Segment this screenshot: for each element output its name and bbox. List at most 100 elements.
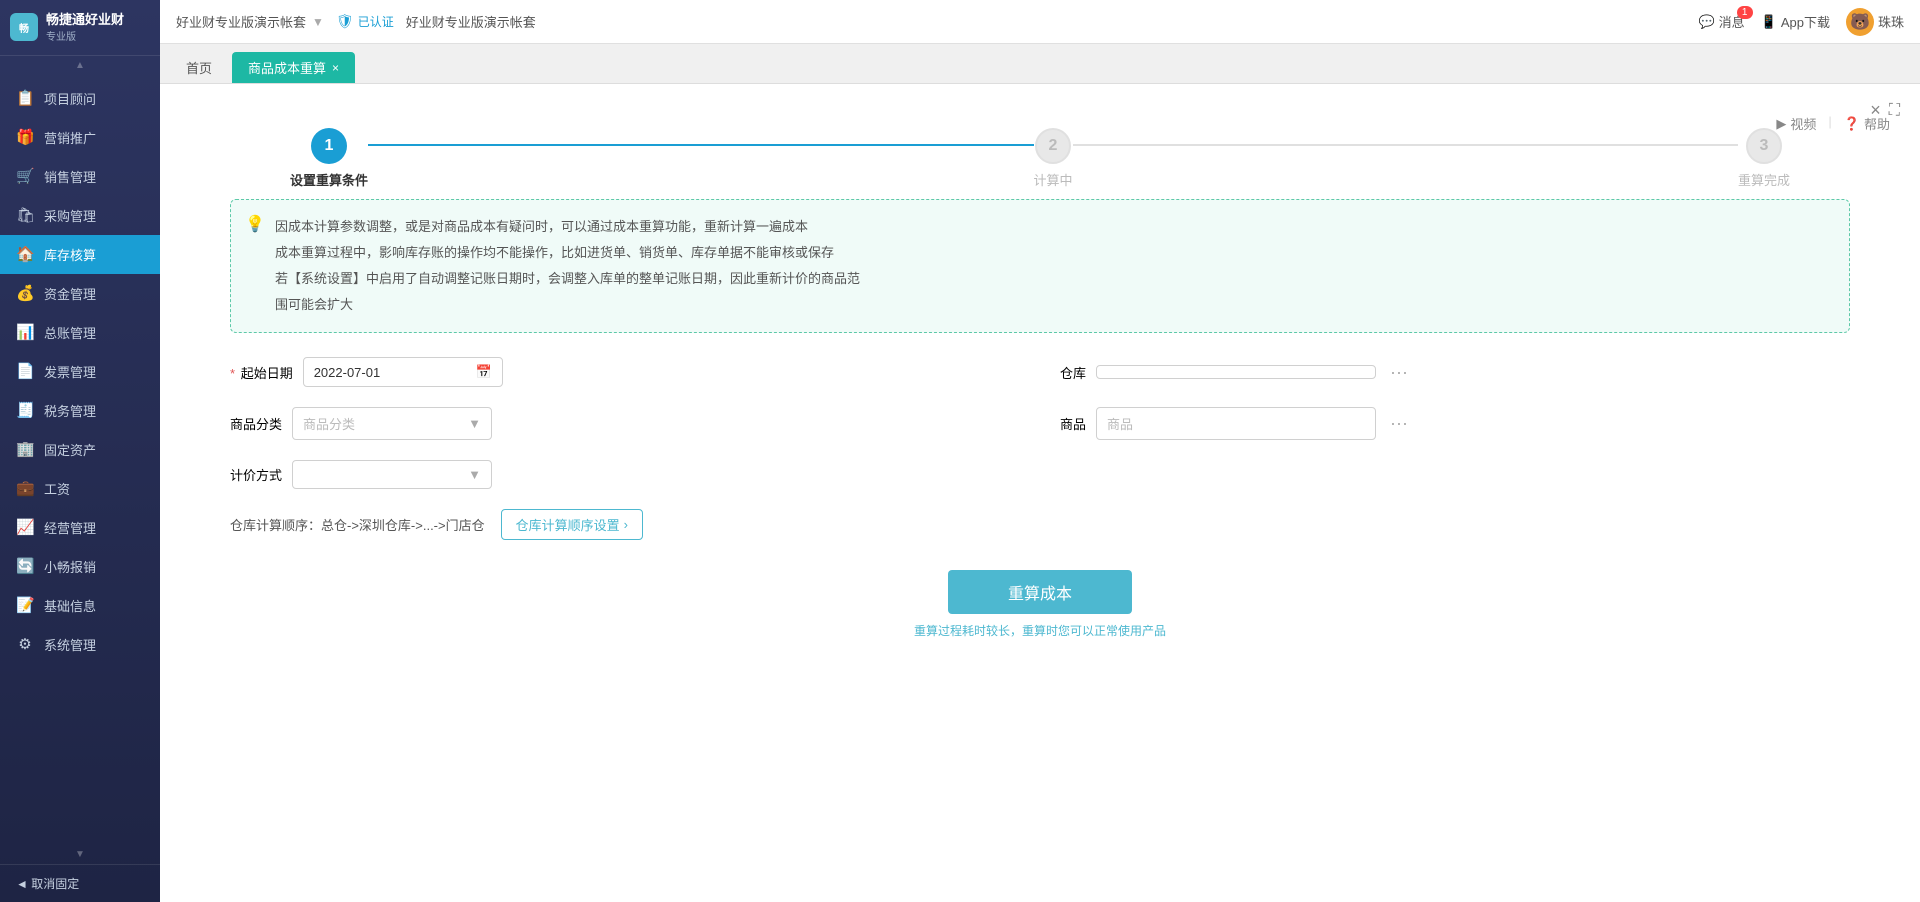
system-icon: ⚙ — [16, 635, 34, 653]
start-date-input[interactable]: 2022-07-01 📅 — [303, 357, 503, 387]
steps-container: 1 设置重算条件 2 计算中 3 重算完成 — [190, 104, 1890, 199]
notice-icon: 💡 — [245, 214, 265, 234]
warehouse-group: 仓库 ··· — [1060, 362, 1850, 383]
connector-1-2 — [368, 144, 1033, 146]
warehouse-order-btn-label: 仓库计算顺序设置 — [516, 515, 620, 534]
sidebar-item-label: 项目顾问 — [44, 89, 96, 108]
sidebar-item-marketing[interactable]: 🎁 营销推广 — [0, 118, 160, 157]
operations-icon: 📈 — [16, 518, 34, 536]
sidebar-item-label: 小畅报销 — [44, 557, 96, 576]
tax-icon: 🧾 — [16, 401, 34, 419]
unpin-button[interactable]: ◄ 取消固定 — [0, 864, 160, 902]
recalc-note: 重算过程耗时较长，重算时您可以正常使用产品 — [914, 622, 1166, 639]
sidebar-item-project[interactable]: 📋 项目顾问 — [0, 79, 160, 118]
form-section: * 起始日期 2022-07-01 📅 仓库 ··· — [190, 357, 1890, 489]
form-row-1: * 起始日期 2022-07-01 📅 仓库 ··· — [230, 357, 1850, 387]
app-title-group: 畅捷通好业财 专业版 — [46, 12, 124, 43]
sidebar-item-assets[interactable]: 🏢 固定资产 — [0, 430, 160, 469]
notice-line-4: 围可能会扩大 — [275, 292, 1829, 318]
sidebar-item-payroll[interactable]: 💼 工资 — [0, 469, 160, 508]
sales-icon: 🛒 — [16, 167, 34, 185]
account-selector[interactable]: 好业财专业版演示帐套 ▼ — [176, 12, 324, 31]
tab-home[interactable]: 首页 — [170, 52, 228, 83]
label-text: 起始日期 — [241, 366, 293, 381]
start-date-value: 2022-07-01 — [314, 365, 381, 380]
recalc-section: 重算成本 重算过程耗时较长，重算时您可以正常使用产品 — [190, 570, 1890, 639]
sidebar-item-invoice[interactable]: 📄 发票管理 — [0, 352, 160, 391]
warehouse-order-text: 仓库计算顺序：总仓->深圳仓库->...->门店仓 — [230, 515, 485, 534]
content-area: × ⛶ ▶ 视频 | ❓ 帮助 1 设置重算条件 2 计算中 — [160, 84, 1920, 902]
sidebar-item-finance[interactable]: 💰 资金管理 — [0, 274, 160, 313]
step-3-circle: 3 — [1746, 128, 1782, 164]
goods-group: 商品 商品 ··· — [1060, 407, 1850, 440]
notice-box: 💡 因成本计算参数调整，或是对商品成本有疑问时，可以通过成本重算功能，重新计算一… — [230, 199, 1850, 333]
main-area: 好业财专业版演示帐套 ▼ 🛡 已认证 好业财专业版演示帐套 💬 消息 1 📱 A… — [160, 0, 1920, 902]
warehouse-more-button[interactable]: ··· — [1390, 362, 1408, 383]
start-date-group: * 起始日期 2022-07-01 📅 — [230, 357, 1020, 387]
purchase-icon: 🛍 — [16, 206, 34, 224]
form-row-2: 商品分类 商品分类 ▼ 商品 商品 ··· — [230, 407, 1850, 440]
sidebar-item-system[interactable]: ⚙ 系统管理 — [0, 625, 160, 664]
topbar-right: 💬 消息 1 📱 App下载 🐻 珠珠 — [1698, 8, 1904, 36]
step-3: 3 重算完成 — [1738, 128, 1790, 189]
accounting-icon: 📊 — [16, 323, 34, 341]
app-logo: 畅 — [10, 13, 38, 41]
sidebar-item-label: 税务管理 — [44, 401, 96, 420]
sidebar-item-label: 采购管理 — [44, 206, 96, 225]
recalc-button[interactable]: 重算成本 — [948, 570, 1132, 614]
message-icon: 💬 — [1698, 14, 1714, 30]
goods-label: 商品 — [1060, 414, 1086, 433]
step-2-label: 计算中 — [1034, 170, 1073, 189]
calendar-icon[interactable]: 📅 — [476, 364, 492, 380]
warehouse-order-settings-button[interactable]: 仓库计算顺序设置 › — [501, 509, 643, 540]
pricing-select[interactable]: ▼ — [292, 460, 492, 489]
invoice-icon: 📄 — [16, 362, 34, 380]
sidebar-item-expense[interactable]: 🔄 小畅报销 — [0, 547, 160, 586]
basic-icon: 📝 — [16, 596, 34, 614]
sidebar-item-purchase[interactable]: 🛍 采购管理 — [0, 196, 160, 235]
expense-icon: 🔄 — [16, 557, 34, 575]
sidebar-item-accounting[interactable]: 📊 总账管理 — [0, 313, 160, 352]
tab-recalc[interactable]: 商品成本重算 × — [232, 52, 355, 83]
company-name: 好业财专业版演示帐套 — [406, 12, 536, 31]
shield-icon: 🛡 — [336, 13, 354, 30]
sidebar-item-operations[interactable]: 📈 经营管理 — [0, 508, 160, 547]
sidebar-item-inventory[interactable]: 🏠 库存核算 — [0, 235, 160, 274]
sidebar-item-label: 库存核算 — [44, 245, 96, 264]
tab-home-label: 首页 — [186, 58, 212, 77]
form-row-3: 计价方式 ▼ — [230, 460, 1850, 489]
sidebar-item-label: 固定资产 — [44, 440, 96, 459]
user-avatar[interactable]: 🐻 珠珠 — [1846, 8, 1904, 36]
start-date-label: * 起始日期 — [230, 363, 293, 382]
notice-line-1: 因成本计算参数调整，或是对商品成本有疑问时，可以通过成本重算功能，重新计算一遍成… — [275, 214, 1829, 240]
finance-icon: 💰 — [16, 284, 34, 302]
tab-close-button[interactable]: × — [332, 61, 339, 75]
app-download-label: App下载 — [1781, 12, 1830, 31]
sidebar-item-label: 工资 — [44, 479, 70, 498]
goods-placeholder: 商品 — [1107, 414, 1133, 433]
sidebar-item-basic[interactable]: 📝 基础信息 — [0, 586, 160, 625]
goods-input[interactable]: 商品 — [1096, 407, 1376, 440]
app-download-button[interactable]: 📱 App下载 — [1761, 12, 1830, 31]
expand-button[interactable]: ⛶ — [1889, 102, 1900, 120]
sidebar: 畅 畅捷通好业财 专业版 ▲ 📋 项目顾问 🎁 营销推广 🛒 销售管理 🛍 采购… — [0, 0, 160, 902]
sidebar-item-label: 系统管理 — [44, 635, 96, 654]
marketing-icon: 🎁 — [16, 128, 34, 146]
category-group: 商品分类 商品分类 ▼ — [230, 407, 1020, 440]
messages-button[interactable]: 💬 消息 1 — [1698, 12, 1744, 31]
category-select[interactable]: 商品分类 ▼ — [292, 407, 492, 440]
sidebar-item-sales[interactable]: 🛒 销售管理 — [0, 157, 160, 196]
warehouse-input[interactable] — [1096, 365, 1376, 379]
step-2-circle: 2 — [1035, 128, 1071, 164]
notice-text: 因成本计算参数调整，或是对商品成本有疑问时，可以通过成本重算功能，重新计算一遍成… — [251, 214, 1829, 318]
sidebar-item-label: 资金管理 — [44, 284, 96, 303]
goods-more-button[interactable]: ··· — [1390, 413, 1408, 434]
sidebar-item-label: 销售管理 — [44, 167, 96, 186]
sidebar-item-label: 基础信息 — [44, 596, 96, 615]
step-1-label: 设置重算条件 — [290, 170, 368, 189]
chevron-right-icon: › — [624, 517, 628, 532]
required-marker: * — [230, 366, 235, 381]
scroll-down-indicator: ▼ — [0, 845, 160, 864]
user-name: 珠珠 — [1878, 12, 1904, 31]
sidebar-item-tax[interactable]: 🧾 税务管理 — [0, 391, 160, 430]
